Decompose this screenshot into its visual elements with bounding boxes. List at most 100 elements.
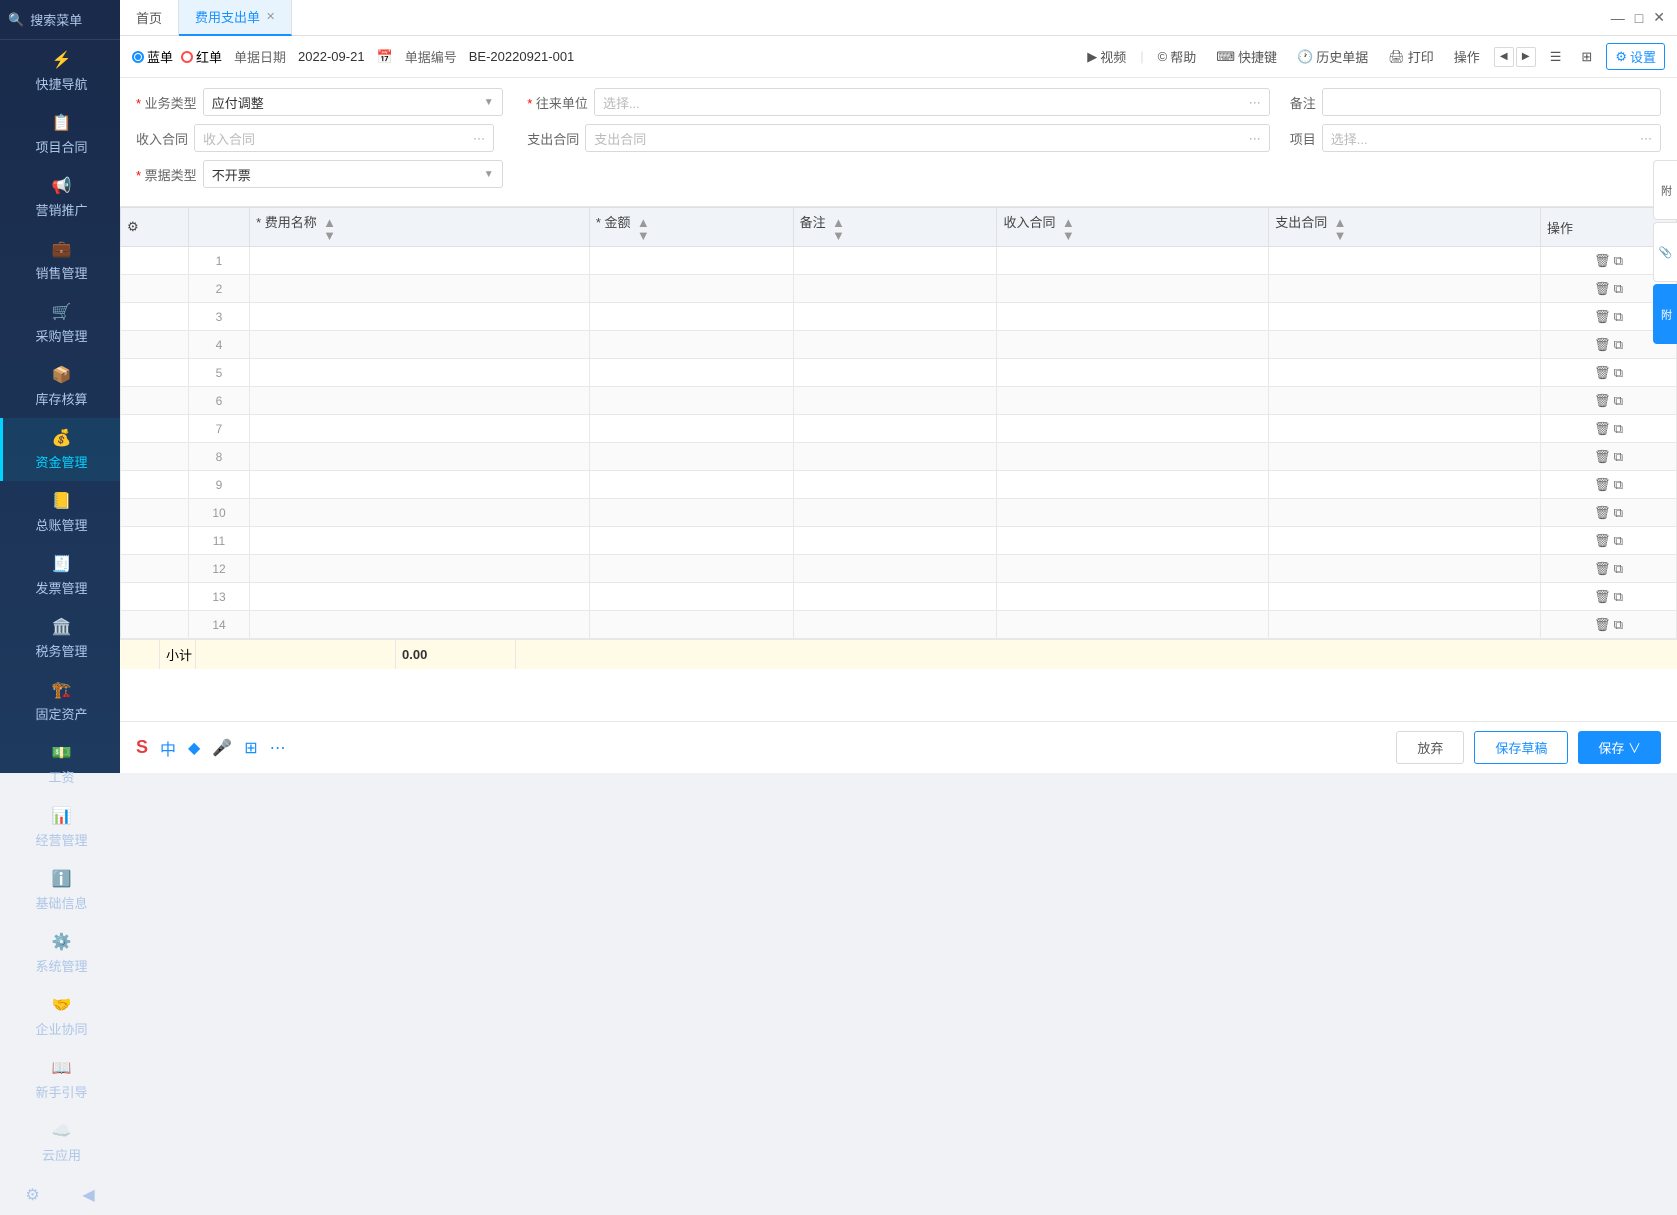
row-amount-cell[interactable] [589, 527, 793, 555]
discard-button[interactable]: 放弃 [1396, 731, 1464, 764]
shortcut-btn[interactable]: ⌨ 快捷键 [1210, 45, 1283, 68]
save-draft-button[interactable]: 保存草稿 [1474, 731, 1568, 764]
row-name-cell[interactable] [250, 499, 590, 527]
view-grid-btn[interactable]: ⊞ [1575, 47, 1598, 67]
row-name-cell[interactable] [250, 443, 590, 471]
row-name-cell[interactable] [250, 359, 590, 387]
row-income-cell[interactable] [997, 359, 1269, 387]
calendar-icon[interactable]: 📅 [377, 49, 393, 65]
row-delete-icon[interactable]: 🗑 [1594, 505, 1611, 520]
row-income-cell[interactable] [997, 611, 1269, 639]
float-tab-3[interactable]: 附 [1653, 284, 1677, 344]
partner-input[interactable]: 选择... ··· [594, 88, 1270, 116]
row-amount-cell[interactable] [589, 499, 793, 527]
row-name-cell[interactable] [250, 387, 590, 415]
sidebar-item-inventory[interactable]: 📦 库存核算 [0, 355, 120, 418]
sidebar-item-enterprise[interactable]: 🤝 企业协同 [0, 985, 120, 1048]
row-note-cell[interactable] [793, 247, 997, 275]
row-amount-cell[interactable] [589, 247, 793, 275]
row-expense-cell[interactable] [1269, 303, 1541, 331]
col-income-sort[interactable]: ▲▼ [1062, 216, 1075, 242]
expense-contract-input[interactable]: 支出合同 ··· [585, 124, 1269, 152]
row-copy-icon[interactable]: ⧉ [1614, 505, 1623, 520]
maximize-btn[interactable]: □ [1635, 10, 1643, 26]
row-amount-cell[interactable] [589, 331, 793, 359]
row-income-cell[interactable] [997, 443, 1269, 471]
row-delete-icon[interactable]: 🗑 [1594, 617, 1611, 632]
row-delete-icon[interactable]: 🗑 [1594, 309, 1611, 324]
row-copy-icon[interactable]: ⧉ [1614, 589, 1623, 604]
dots-bottom-icon[interactable]: ⋯ [270, 738, 286, 758]
row-income-cell[interactable] [997, 303, 1269, 331]
row-amount-cell[interactable] [589, 415, 793, 443]
col-expense-header[interactable]: 支出合同 ▲▼ [1269, 208, 1541, 247]
col-settings-header[interactable]: ⚙ [121, 208, 189, 247]
row-copy-icon[interactable]: ⧉ [1614, 309, 1623, 324]
row-note-cell[interactable] [793, 359, 997, 387]
print-btn[interactable]: 🖨 打印 [1382, 45, 1440, 68]
save-button[interactable]: 保存 ∨ [1578, 731, 1661, 764]
sidebar-item-cloud[interactable]: ☁️ 云应用 [0, 1111, 120, 1174]
row-name-cell[interactable] [250, 247, 590, 275]
business-type-input[interactable]: 应付调整 ▼ [203, 88, 503, 116]
nav-prev[interactable]: ◀ [1494, 47, 1514, 67]
row-note-cell[interactable] [793, 499, 997, 527]
row-expense-cell[interactable] [1269, 387, 1541, 415]
row-note-cell[interactable] [793, 443, 997, 471]
row-note-cell[interactable] [793, 471, 997, 499]
float-tab-2[interactable]: 📎 [1653, 222, 1677, 282]
row-income-cell[interactable] [997, 527, 1269, 555]
diamond-icon[interactable]: ◆ [188, 738, 200, 758]
row-delete-icon[interactable]: 🗑 [1594, 281, 1611, 296]
row-name-cell[interactable] [250, 611, 590, 639]
sidebar-item-tax[interactable]: 🏛️ 税务管理 [0, 607, 120, 670]
row-note-cell[interactable] [793, 527, 997, 555]
row-copy-icon[interactable]: ⧉ [1614, 617, 1623, 632]
row-amount-cell[interactable] [589, 471, 793, 499]
operation-btn[interactable]: 操作 [1448, 45, 1486, 68]
row-expense-cell[interactable] [1269, 583, 1541, 611]
mic-icon[interactable]: 🎤 [212, 738, 232, 758]
sidebar-item-project-contract[interactable]: 📋 项目合同 [0, 103, 120, 166]
row-expense-cell[interactable] [1269, 471, 1541, 499]
row-note-cell[interactable] [793, 611, 997, 639]
row-income-cell[interactable] [997, 247, 1269, 275]
sidebar-search[interactable]: 🔍 搜索菜单 [0, 0, 120, 40]
row-copy-icon[interactable]: ⧉ [1614, 449, 1623, 464]
row-delete-icon[interactable]: 🗑 [1594, 337, 1611, 352]
sidebar-item-salary[interactable]: 💵 工资 [0, 733, 120, 796]
float-tab-1[interactable]: 附 [1653, 160, 1677, 220]
row-name-cell[interactable] [250, 555, 590, 583]
col-amount-sort[interactable]: ▲▼ [637, 216, 650, 242]
row-copy-icon[interactable]: ⧉ [1614, 337, 1623, 352]
row-delete-icon[interactable]: 🗑 [1594, 477, 1611, 492]
grid-bottom-icon[interactable]: ⊞ [244, 738, 257, 758]
row-expense-cell[interactable] [1269, 555, 1541, 583]
row-delete-icon[interactable]: 🗑 [1594, 533, 1611, 548]
sidebar-item-purchase[interactable]: 🛒 采购管理 [0, 292, 120, 355]
row-copy-icon[interactable]: ⧉ [1614, 365, 1623, 380]
row-expense-cell[interactable] [1269, 443, 1541, 471]
radio-blue[interactable]: 蓝单 [132, 47, 173, 66]
row-note-cell[interactable] [793, 415, 997, 443]
sidebar-item-marketing[interactable]: 📢 营销推广 [0, 166, 120, 229]
row-expense-cell[interactable] [1269, 247, 1541, 275]
row-delete-icon[interactable]: 🗑 [1594, 421, 1611, 436]
row-amount-cell[interactable] [589, 443, 793, 471]
row-name-cell[interactable] [250, 583, 590, 611]
radio-red[interactable]: 红单 [181, 47, 222, 66]
row-income-cell[interactable] [997, 331, 1269, 359]
row-expense-cell[interactable] [1269, 499, 1541, 527]
sidebar-item-invoice[interactable]: 🧾 发票管理 [0, 544, 120, 607]
close-btn[interactable]: ✕ [1653, 9, 1665, 26]
row-copy-icon[interactable]: ⧉ [1614, 281, 1623, 296]
tab-expense-close[interactable]: ✕ [266, 10, 275, 23]
row-expense-cell[interactable] [1269, 611, 1541, 639]
row-delete-icon[interactable]: 🗑 [1594, 449, 1611, 464]
invoice-type-input[interactable]: 不开票 ▼ [203, 160, 503, 188]
help-btn[interactable]: © 帮助 [1152, 45, 1203, 68]
row-amount-cell[interactable] [589, 275, 793, 303]
row-note-cell[interactable] [793, 387, 997, 415]
volume-bottom-icon[interactable]: ◀ [82, 1185, 94, 1205]
row-expense-cell[interactable] [1269, 415, 1541, 443]
